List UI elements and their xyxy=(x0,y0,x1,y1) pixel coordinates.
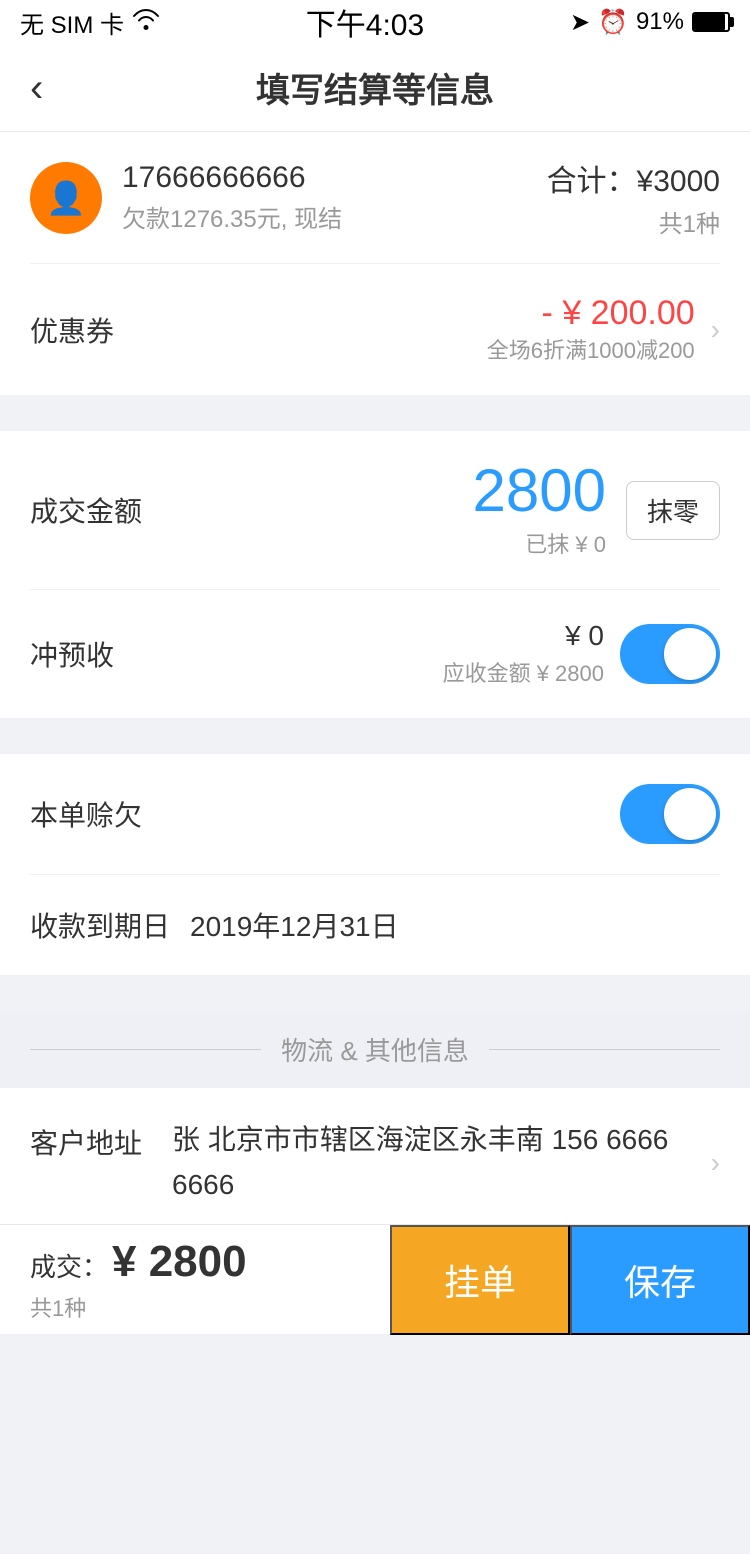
customer-sub: 欠款1276.35元, 现结 xyxy=(122,199,342,234)
deal-row: 成交金额 2800 已抹 ¥ 0 抹零 xyxy=(0,431,750,589)
bottom-deal-label: 成交： xyxy=(30,1247,108,1284)
coupon-block: - ¥ 200.00 全场6折满1000减200 xyxy=(487,294,695,365)
total-amount: 合计：¥3000 xyxy=(547,156,720,200)
customer-left: 👤 17666666666 欠款1276.35元, 现结 xyxy=(30,161,342,234)
prepay-toggle[interactable] xyxy=(620,624,720,684)
status-time: 下午4:03 xyxy=(306,0,424,44)
gray-separator-2 xyxy=(0,734,750,754)
back-button[interactable]: ‹ xyxy=(30,68,43,108)
coupon-amount: - ¥ 200.00 xyxy=(487,294,695,333)
bottom-summary: 成交： ¥ 2800 共1种 xyxy=(0,1237,390,1323)
prepay-row: 冲预收 ¥ 0 应收金额 ¥ 2800 xyxy=(0,590,750,718)
section-header-line-left xyxy=(30,1049,261,1050)
bottom-deal-line: 成交： ¥ 2800 xyxy=(30,1237,360,1287)
battery-text: 91% xyxy=(636,8,684,36)
main-content: 👤 17666666666 欠款1276.35元, 现结 合计：¥3000 共1… xyxy=(0,132,750,1554)
debt-label: 本单赊欠 xyxy=(30,794,142,834)
duedate-row: 收款到期日 2019年12月31日 xyxy=(0,875,750,975)
bottom-deal-amount: ¥ 2800 xyxy=(112,1237,247,1287)
gray-separator-3 xyxy=(0,991,750,1011)
nav-bar: ‹ 填写结算等信息 xyxy=(0,44,750,132)
coupon-desc: 全场6折满1000减200 xyxy=(487,333,695,365)
location-icon: ➤ xyxy=(570,8,590,37)
duedate-label: 收款到期日 xyxy=(30,905,170,945)
coupon-arrow-icon: › xyxy=(711,314,720,346)
avatar: 👤 xyxy=(30,162,102,234)
no-sim-text: 无 SIM 卡 xyxy=(20,5,124,40)
avatar-icon: 👤 xyxy=(46,179,86,217)
debt-card: 本单赊欠 收款到期日 2019年12月31日 xyxy=(0,754,750,975)
status-right: ➤ ⏰ 91% xyxy=(570,8,730,37)
status-left: 无 SIM 卡 xyxy=(20,5,160,40)
coupon-label: 优惠券 xyxy=(30,310,114,350)
customer-phone: 17666666666 xyxy=(122,161,342,195)
gray-separator-1 xyxy=(0,411,750,431)
deal-label: 成交金额 xyxy=(30,490,142,530)
prepay-sub: 应收金额 ¥ 2800 xyxy=(443,656,604,688)
prepay-label: 冲预收 xyxy=(30,634,114,674)
address-value: 张 北京市市辖区海淀区永丰南 156 6666 6666 xyxy=(172,1118,695,1208)
save-button[interactable]: 保存 xyxy=(570,1225,750,1335)
section-header: 物流 & 其他信息 xyxy=(0,1011,750,1088)
customer-right: 合计：¥3000 共1种 xyxy=(547,156,720,239)
coupon-row[interactable]: 优惠券 - ¥ 200.00 全场6折满1000减200 › xyxy=(0,264,750,395)
address-label: 客户地址 xyxy=(30,1118,142,1162)
address-arrow-icon: › xyxy=(711,1147,720,1179)
deal-card: 成交金额 2800 已抹 ¥ 0 抹零 冲预收 ¥ 0 应收金额 ¥ 2800 xyxy=(0,431,750,718)
deal-amount: 2800 xyxy=(473,461,606,521)
prepay-right: ¥ 0 应收金额 ¥ 2800 xyxy=(443,620,720,688)
round-down-button[interactable]: 抹零 xyxy=(626,481,720,540)
customer-row: 👤 17666666666 欠款1276.35元, 现结 合计：¥3000 共1… xyxy=(0,132,750,263)
coupon-right: - ¥ 200.00 全场6折满1000减200 › xyxy=(487,294,720,365)
alarm-icon: ⏰ xyxy=(598,8,628,37)
customer-info: 17666666666 欠款1276.35元, 现结 xyxy=(122,161,342,234)
status-bar: 无 SIM 卡 下午4:03 ➤ ⏰ 91% xyxy=(0,0,750,44)
duedate-value: 2019年12月31日 xyxy=(190,905,399,945)
prepay-amount: ¥ 0 xyxy=(443,620,604,652)
deal-sub: 已抹 ¥ 0 xyxy=(473,527,606,559)
pending-button[interactable]: 挂单 xyxy=(390,1225,570,1335)
page-title: 填写结算等信息 xyxy=(256,63,494,112)
section-header-text: 物流 & 其他信息 xyxy=(281,1031,469,1068)
customer-card: 👤 17666666666 欠款1276.35元, 现结 合计：¥3000 共1… xyxy=(0,132,750,395)
deal-amount-block: 2800 已抹 ¥ 0 xyxy=(473,461,606,559)
deal-right: 2800 已抹 ¥ 0 抹零 xyxy=(473,461,721,559)
address-row[interactable]: 客户地址 张 北京市市辖区海淀区永丰南 156 6666 6666 › xyxy=(0,1088,750,1238)
address-card: 客户地址 张 北京市市辖区海淀区永丰南 156 6666 6666 › xyxy=(0,1088,750,1238)
prepay-info: ¥ 0 应收金额 ¥ 2800 xyxy=(443,620,604,688)
wifi-icon xyxy=(132,8,160,37)
total-count: 共1种 xyxy=(547,204,720,239)
section-header-line-right xyxy=(489,1049,720,1050)
debt-row: 本单赊欠 xyxy=(0,754,750,874)
debt-toggle[interactable] xyxy=(620,784,720,844)
bottom-count: 共1种 xyxy=(30,1291,360,1323)
bottom-bar: 成交： ¥ 2800 共1种 挂单 保存 xyxy=(0,1224,750,1334)
battery-icon xyxy=(692,12,730,32)
